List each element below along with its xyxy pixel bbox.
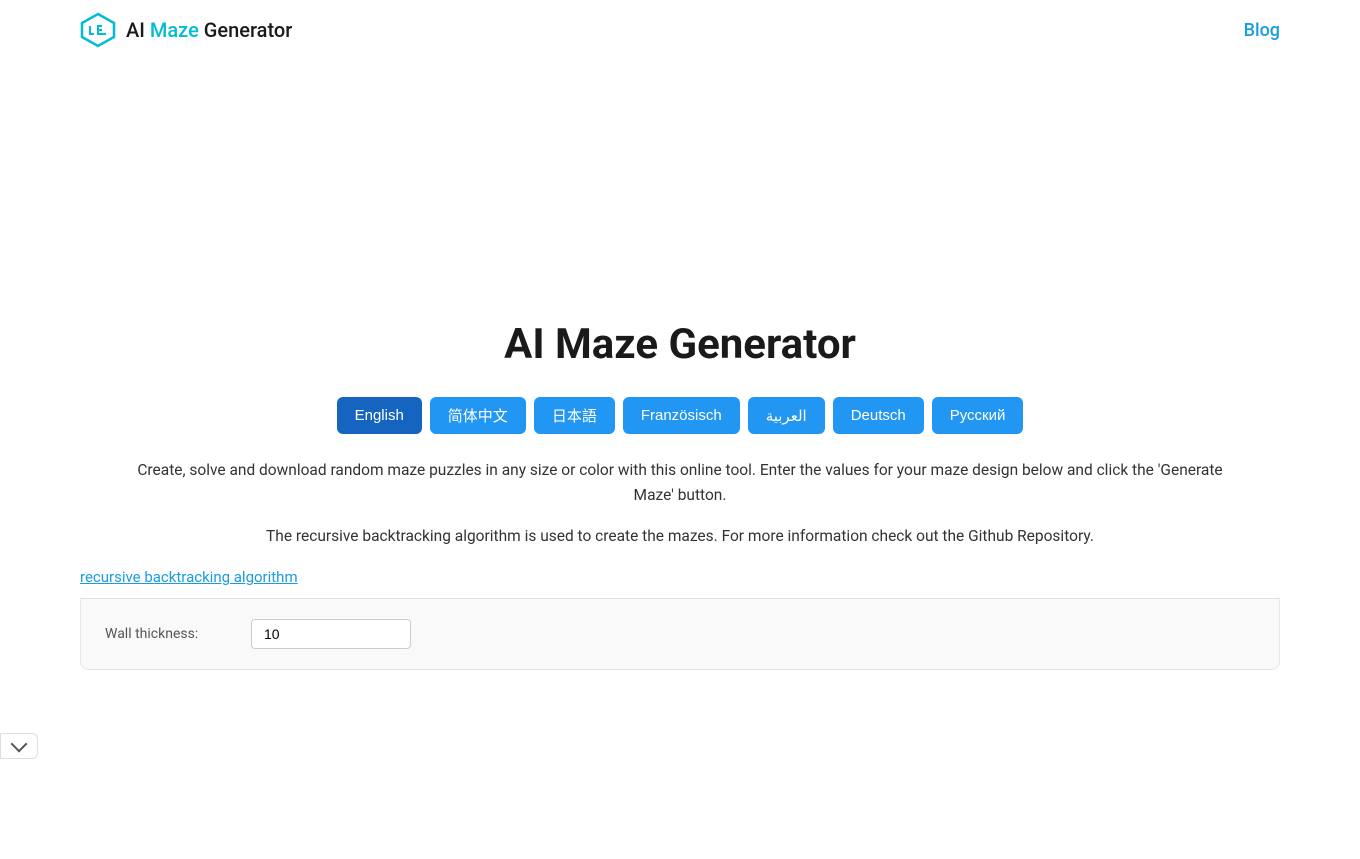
main-description-sub: The recursive backtracking algorithm is … (226, 524, 1134, 549)
logo[interactable]: AI Maze Generator (80, 12, 292, 48)
logo-text-maze: Maze (145, 18, 199, 42)
main-nav: Blog (1244, 20, 1280, 41)
lang-btn-chinese[interactable]: 简体中文 (430, 397, 526, 434)
wall-thickness-input[interactable] (251, 619, 411, 649)
logo-icon (80, 12, 116, 48)
language-selector: English 简体中文 日本語 Französisch العربية Deu… (337, 397, 1024, 434)
lang-btn-japanese[interactable]: 日本語 (534, 397, 615, 434)
main-description: Create, solve and download random maze p… (80, 458, 1280, 508)
wall-thickness-label: Wall thickness: (105, 626, 235, 642)
lang-btn-arabic[interactable]: العربية (748, 397, 825, 434)
logo-text-generator: Generator (199, 18, 293, 42)
logo-text-ai: AI (126, 18, 145, 42)
lang-btn-english[interactable]: English (337, 397, 422, 434)
lang-btn-russian[interactable]: Русский (932, 397, 1024, 434)
wall-thickness-row: Wall thickness: (105, 619, 1255, 649)
settings-panel: Wall thickness: (80, 599, 1280, 670)
chevron-down-icon (11, 736, 28, 753)
dropdown-toggle-button[interactable] (0, 733, 38, 759)
page-title: AI Maze Generator (504, 320, 856, 369)
lang-btn-german[interactable]: Deutsch (833, 397, 924, 434)
blog-link[interactable]: Blog (1244, 20, 1280, 41)
lang-btn-french[interactable]: Französisch (623, 397, 740, 434)
algo-link[interactable]: recursive backtracking algorithm (0, 568, 1360, 586)
